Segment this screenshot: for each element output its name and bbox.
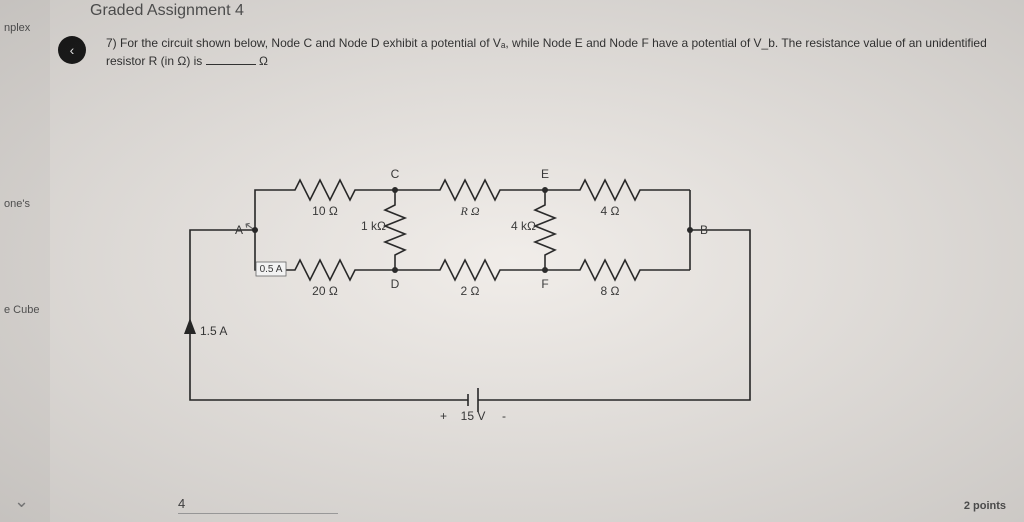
svg-text:8 Ω: 8 Ω — [601, 284, 620, 298]
chevron-down-icon[interactable]: ⌄ — [14, 491, 29, 512]
svg-text:C: C — [391, 167, 400, 181]
svg-text:F: F — [541, 277, 548, 291]
question-text: 7) For the circuit shown below, Node C a… — [106, 34, 1002, 70]
sidebar-item-ones[interactable]: one's — [0, 196, 34, 212]
points-label: 2 points — [964, 500, 1006, 512]
svg-text:R Ω: R Ω — [459, 204, 479, 218]
svg-text:2 Ω: 2 Ω — [461, 284, 480, 298]
main-content: Graded Assignment 4 ‹ 7) For the circuit… — [50, 0, 1024, 522]
answer-blank — [206, 53, 256, 65]
svg-text:+: + — [440, 409, 447, 423]
svg-text:4 Ω: 4 Ω — [601, 204, 620, 218]
svg-text:-: - — [502, 409, 506, 423]
question-row: ‹ 7) For the circuit shown below, Node C… — [50, 26, 1024, 70]
sidebar-item-ecube[interactable]: e Cube — [0, 302, 43, 318]
prev-button[interactable]: ‹ — [58, 36, 86, 64]
question-unit: Ω — [259, 54, 268, 68]
svg-text:D: D — [391, 277, 400, 291]
circuit-diagram: ↖ .wire { stroke:#222; stroke-width:1.6;… — [160, 100, 800, 430]
svg-text:1.5 A: 1.5 A — [200, 324, 227, 338]
sidebar: nplex one's e Cube ⌄ — [0, 0, 44, 522]
svg-text:B: B — [700, 223, 708, 237]
sidebar-item-nplex[interactable]: nplex — [0, 20, 34, 36]
svg-text:A: A — [235, 223, 243, 237]
svg-text:4 kΩ: 4 kΩ — [511, 219, 536, 233]
assignment-title: Graded Assignment 4 — [50, 0, 1024, 26]
svg-text:0.5 A: 0.5 A — [260, 264, 283, 275]
svg-text:15 V: 15 V — [461, 409, 486, 423]
svg-text:E: E — [541, 167, 549, 181]
circuit-svg: .wire { stroke:#222; stroke-width:1.6; f… — [160, 100, 800, 440]
svg-text:1 kΩ: 1 kΩ — [361, 219, 386, 233]
svg-text:20 Ω: 20 Ω — [312, 284, 338, 298]
svg-text:10 Ω: 10 Ω — [312, 204, 338, 218]
question-number: 7) — [106, 36, 117, 50]
answer-input[interactable]: 4 — [178, 496, 338, 514]
